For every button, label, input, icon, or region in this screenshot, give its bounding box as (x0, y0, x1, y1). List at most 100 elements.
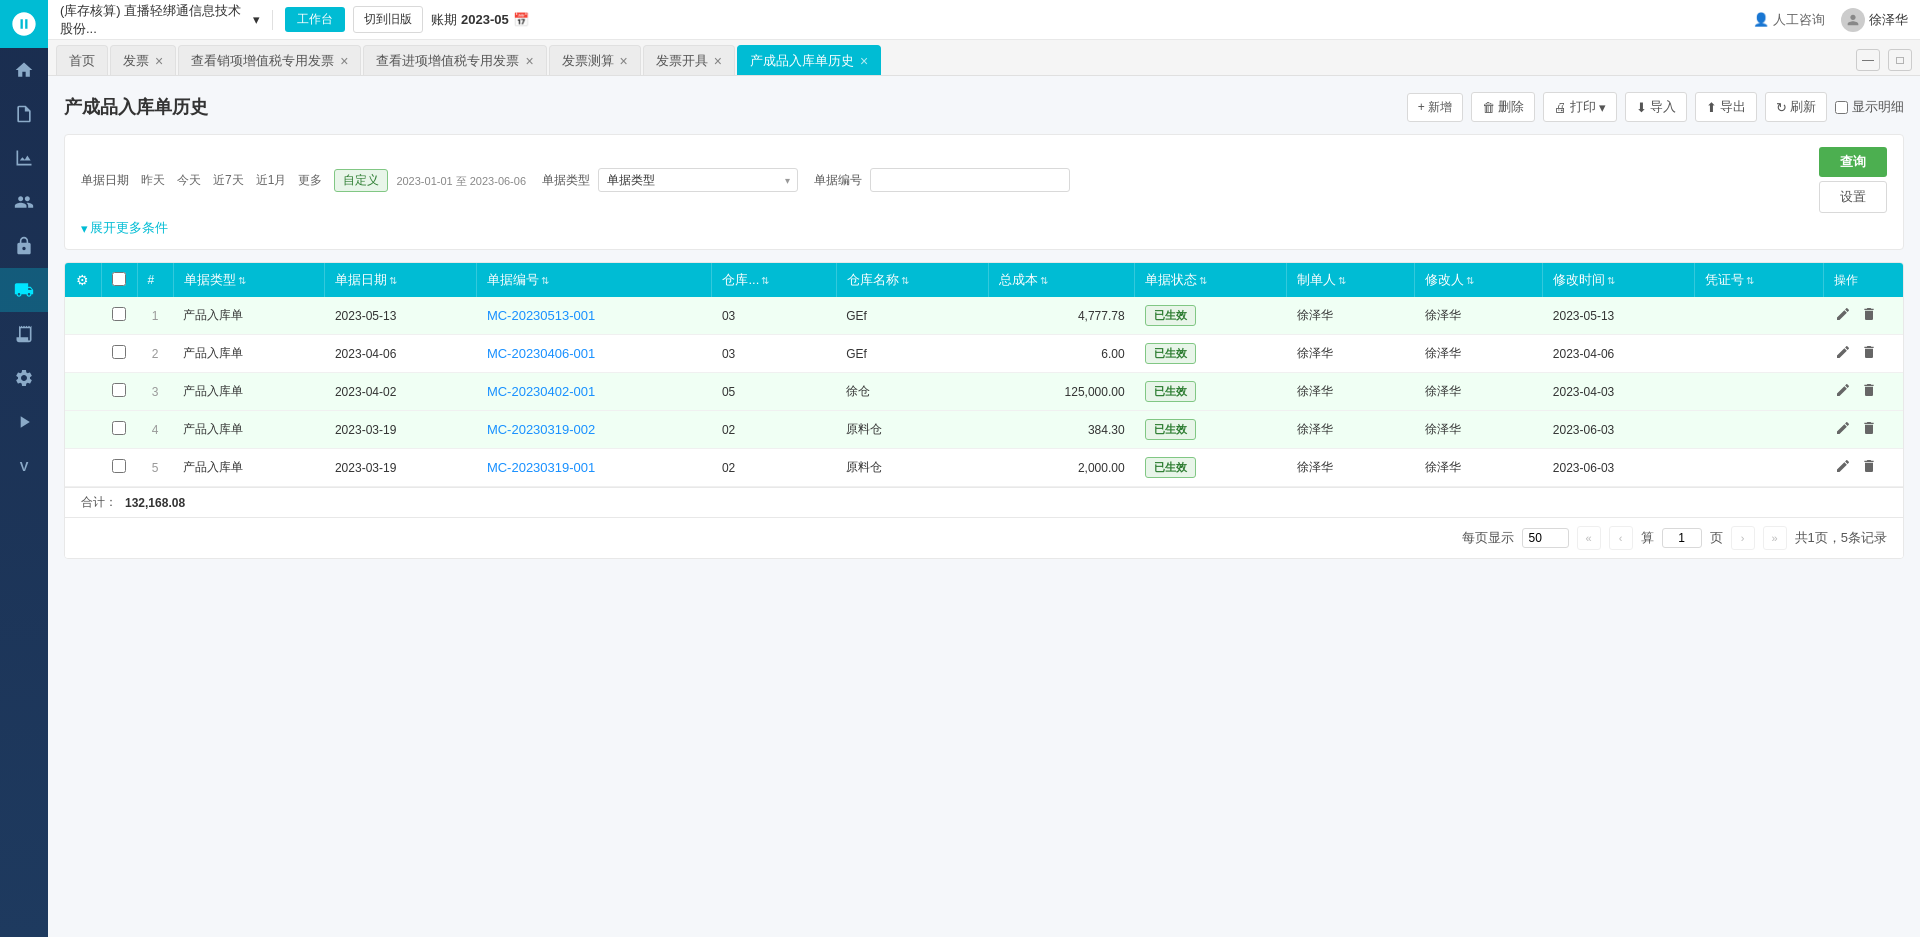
td-checkbox-3[interactable] (101, 411, 137, 449)
th-status[interactable]: 单据状态 ⇅ (1135, 263, 1287, 297)
number-link-1[interactable]: MC-20230406-001 (487, 346, 595, 361)
number-link-0[interactable]: MC-20230513-001 (487, 308, 595, 323)
sidebar-item-home[interactable] (0, 48, 48, 92)
date-today[interactable]: 今天 (173, 170, 205, 191)
filter-expand[interactable]: ▾ 展开更多条件 (81, 219, 1887, 237)
th-creator[interactable]: 制单人 ⇅ (1287, 263, 1415, 297)
th-settings[interactable]: ⚙ (65, 263, 101, 297)
company-selector[interactable]: (库存核算) 直播轻绑通信息技术股份... ▾ (60, 2, 260, 38)
tab-sales-vat-close[interactable]: × (340, 54, 348, 68)
type-select[interactable]: 单据类型 产品入库单 (598, 168, 798, 192)
tab-product-in-close[interactable]: × (860, 54, 868, 68)
workbench-button[interactable]: 工作台 (285, 7, 345, 32)
td-number-4[interactable]: MC-20230319-001 (477, 449, 712, 487)
edit-button-3[interactable] (1833, 418, 1853, 441)
prev-page-button[interactable]: ‹ (1609, 526, 1633, 550)
number-link-2[interactable]: MC-20230402-001 (487, 384, 595, 399)
th-modifier[interactable]: 修改人 ⇅ (1415, 263, 1543, 297)
delete-button[interactable]: 🗑 删除 (1471, 92, 1535, 122)
edit-button-4[interactable] (1833, 456, 1853, 479)
tab-invoice-calc[interactable]: 发票测算 × (549, 45, 641, 75)
tab-purchase-vat[interactable]: 查看进项增值税专用发票 × (363, 45, 546, 75)
delete-button-4[interactable] (1859, 456, 1879, 479)
row-checkbox-2[interactable] (112, 383, 126, 397)
switch-version-button[interactable]: 切到旧版 (353, 6, 423, 33)
number-link-3[interactable]: MC-20230319-002 (487, 422, 595, 437)
date-more[interactable]: 更多 (294, 170, 326, 191)
tab-invoice-calc-close[interactable]: × (620, 54, 628, 68)
date-1month[interactable]: 近1月 (252, 170, 291, 191)
toggle-detail[interactable]: 显示明细 (1835, 98, 1904, 116)
table-settings-icon[interactable]: ⚙ (76, 272, 89, 288)
select-all-checkbox[interactable] (112, 272, 126, 286)
sidebar-item-warehouse[interactable] (0, 268, 48, 312)
td-checkbox-1[interactable] (101, 335, 137, 373)
refresh-button[interactable]: ↻ 刷新 (1765, 92, 1827, 122)
edit-button-1[interactable] (1833, 342, 1853, 365)
th-number[interactable]: 单据编号 ⇅ (477, 263, 712, 297)
tab-maximize-button[interactable]: □ (1888, 49, 1912, 71)
date-yesterday[interactable]: 昨天 (137, 170, 169, 191)
page-size-select[interactable]: 50 100 200 (1522, 528, 1569, 548)
th-modify-time[interactable]: 修改时间 ⇅ (1543, 263, 1695, 297)
last-page-button[interactable]: » (1763, 526, 1787, 550)
first-page-button[interactable]: « (1577, 526, 1601, 550)
delete-button-3[interactable] (1859, 418, 1879, 441)
date-7days[interactable]: 近7天 (209, 170, 248, 191)
delete-button-1[interactable] (1859, 342, 1879, 365)
date-custom-btn[interactable]: 自定义 (334, 169, 388, 192)
sidebar-item-lock[interactable] (0, 224, 48, 268)
new-button[interactable]: + 新增 (1407, 93, 1463, 122)
delete-button-0[interactable] (1859, 304, 1879, 327)
user-menu[interactable]: 徐泽华 (1841, 8, 1908, 32)
tab-invoice[interactable]: 发票 × (110, 45, 176, 75)
sidebar-item-chart[interactable] (0, 136, 48, 180)
tab-purchase-vat-close[interactable]: × (525, 54, 533, 68)
edit-button-0[interactable] (1833, 304, 1853, 327)
th-total-cost[interactable]: 总成本 ⇅ (988, 263, 1135, 297)
row-checkbox-1[interactable] (112, 345, 126, 359)
import-button[interactable]: ⬇ 导入 (1625, 92, 1687, 122)
number-link-4[interactable]: MC-20230319-001 (487, 460, 595, 475)
toggle-detail-checkbox[interactable] (1835, 101, 1848, 114)
next-page-button[interactable]: › (1731, 526, 1755, 550)
tab-invoice-close[interactable]: × (155, 54, 163, 68)
export-button[interactable]: ⬆ 导出 (1695, 92, 1757, 122)
sidebar-item-settings[interactable] (0, 356, 48, 400)
delete-button-2[interactable] (1859, 380, 1879, 403)
tab-minimize-button[interactable]: — (1856, 49, 1880, 71)
tab-home[interactable]: 首页 (56, 45, 108, 75)
td-number-0[interactable]: MC-20230513-001 (477, 297, 712, 335)
th-date[interactable]: 单据日期 ⇅ (325, 263, 477, 297)
td-number-3[interactable]: MC-20230319-002 (477, 411, 712, 449)
sidebar-item-people[interactable] (0, 180, 48, 224)
td-number-1[interactable]: MC-20230406-001 (477, 335, 712, 373)
td-checkbox-4[interactable] (101, 449, 137, 487)
th-checkbox[interactable] (101, 263, 137, 297)
setting-button[interactable]: 设置 (1819, 181, 1887, 213)
tab-sales-vat[interactable]: 查看销项增值税专用发票 × (178, 45, 361, 75)
number-filter-input[interactable] (870, 168, 1070, 192)
support-button[interactable]: 👤 人工咨询 (1753, 11, 1825, 29)
row-checkbox-3[interactable] (112, 421, 126, 435)
td-number-2[interactable]: MC-20230402-001 (477, 373, 712, 411)
row-checkbox-0[interactable] (112, 307, 126, 321)
sidebar-item-version[interactable]: V (0, 444, 48, 488)
td-checkbox-2[interactable] (101, 373, 137, 411)
edit-button-2[interactable] (1833, 380, 1853, 403)
tab-product-in[interactable]: 产成品入库单历史 × (737, 45, 881, 75)
th-warehouse-name[interactable]: 仓库名称 ⇅ (836, 263, 988, 297)
print-button[interactable]: 🖨 打印 ▾ (1543, 92, 1617, 122)
sidebar-item-receipt[interactable] (0, 312, 48, 356)
sidebar-item-play[interactable] (0, 400, 48, 444)
app-logo[interactable] (0, 0, 48, 48)
calendar-icon[interactable]: 📅 (513, 12, 529, 27)
sidebar-item-docs[interactable] (0, 92, 48, 136)
tab-invoice-open-close[interactable]: × (714, 54, 722, 68)
page-number-input[interactable] (1662, 528, 1702, 548)
td-checkbox-0[interactable] (101, 297, 137, 335)
th-warehouse-code[interactable]: 仓库... ⇅ (712, 263, 836, 297)
query-button[interactable]: 查询 (1819, 147, 1887, 177)
th-voucher[interactable]: 凭证号 ⇅ (1695, 263, 1823, 297)
th-type[interactable]: 单据类型 ⇅ (173, 263, 325, 297)
